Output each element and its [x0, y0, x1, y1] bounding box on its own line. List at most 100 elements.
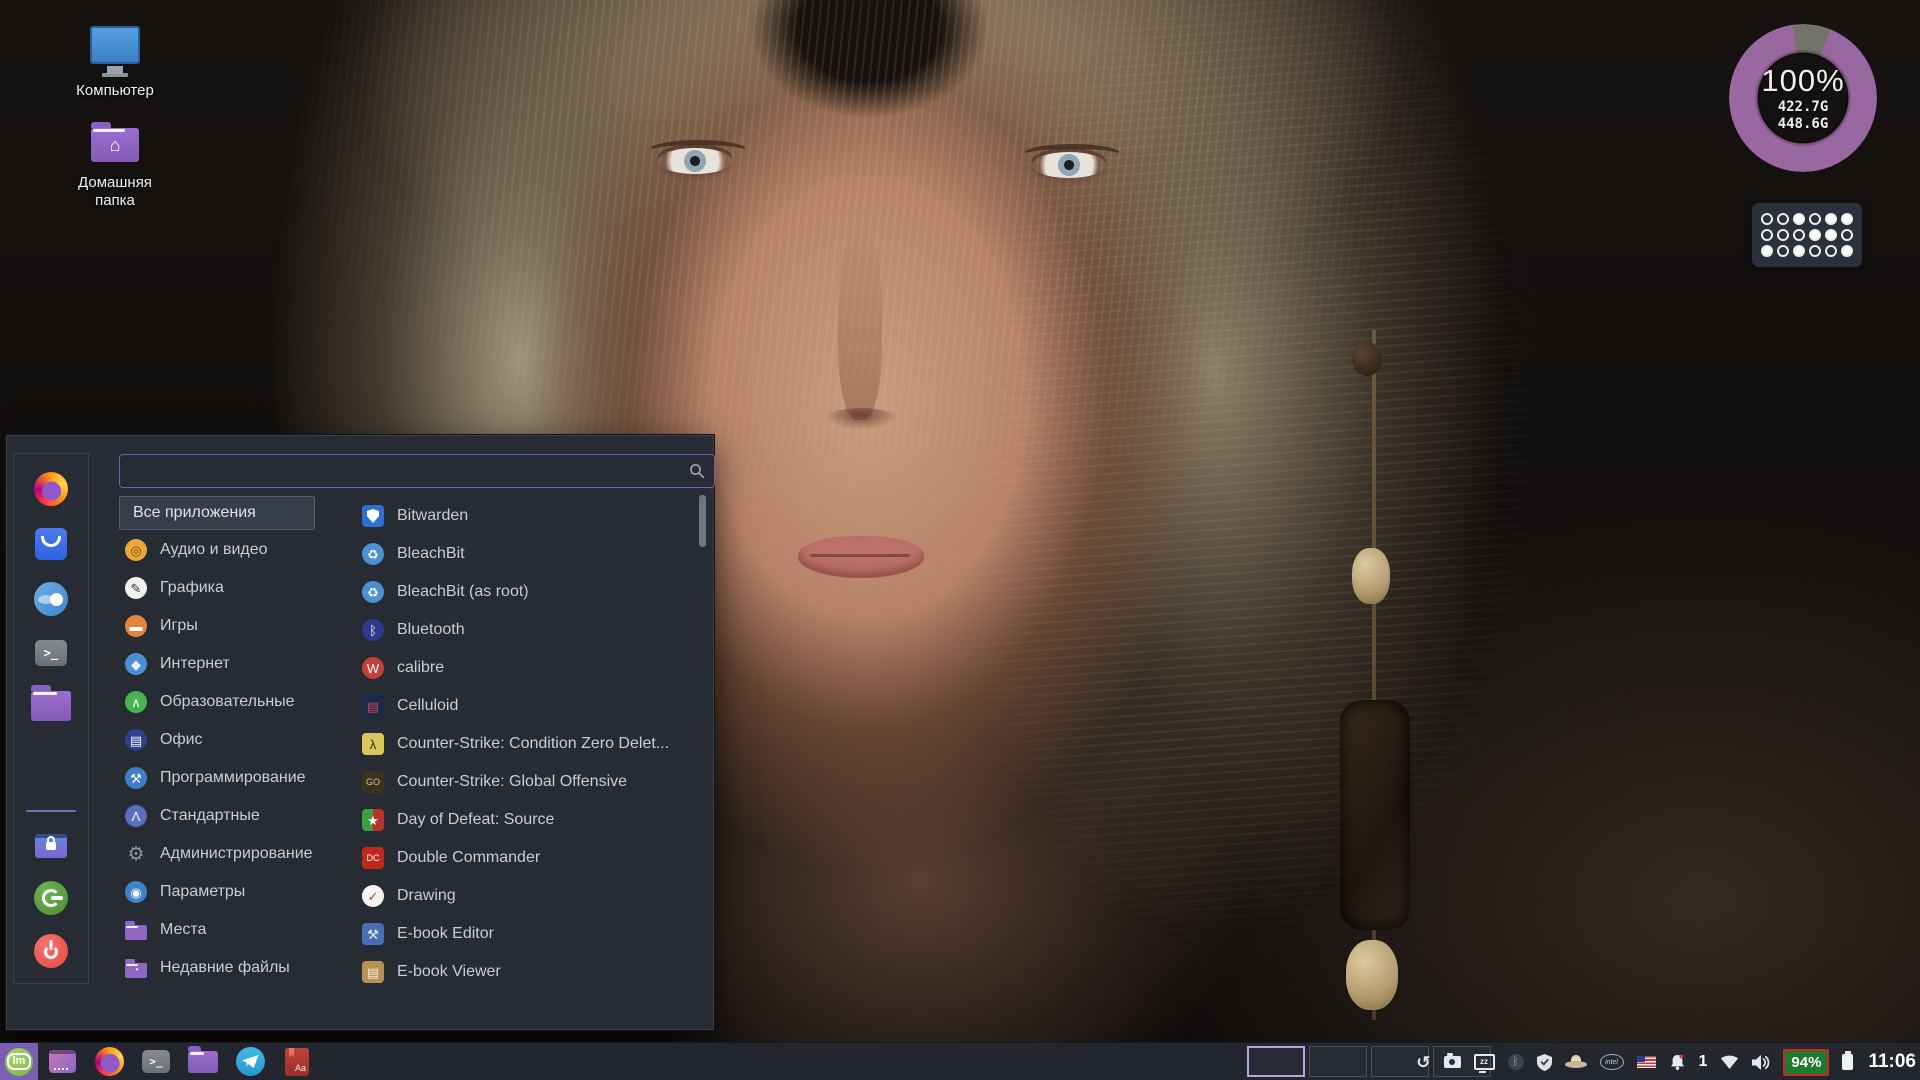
app-label: Counter-Strike: Condition Zero Delet...	[397, 735, 670, 752]
app-label: Double Commander	[397, 849, 541, 866]
day-of-defeat-icon: ★	[362, 809, 384, 831]
home-folder-icon: ⌂	[91, 122, 139, 162]
intel-icon[interactable]: intel	[1599, 1054, 1624, 1070]
binary-clock-widget	[1752, 203, 1862, 267]
firefox-launcher[interactable]	[30, 468, 72, 510]
terminal-launcher[interactable]: >_	[30, 632, 72, 674]
double-commander-icon: DC	[362, 847, 384, 869]
firefox-icon	[94, 1047, 124, 1076]
firefox-taskbar-launcher[interactable]	[94, 1047, 124, 1077]
app-item[interactable]: ✓ Drawing	[351, 877, 703, 915]
software-manager-launcher[interactable]	[30, 523, 72, 565]
binary-dot-off	[1761, 213, 1773, 225]
app-label: Day of Defeat: Source	[397, 811, 555, 828]
app-item[interactable]: ᛒ Bluetooth	[351, 611, 703, 649]
files-taskbar-launcher[interactable]	[188, 1045, 218, 1077]
web-apps-launcher[interactable]	[30, 578, 72, 620]
category-label: Офис	[160, 731, 203, 748]
desktop: Компьютер ⌂ Домашняя папка 100% 422.7G 4…	[0, 0, 1920, 1080]
menu-button[interactable]: lm	[0, 1042, 38, 1080]
category-item[interactable]: ▬ Игры	[119, 607, 349, 645]
keyboard-layout-us-flag-icon[interactable]	[1636, 1056, 1656, 1068]
battery-percent-applet[interactable]: 94%	[1783, 1048, 1830, 1076]
category-item[interactable]: ⚒ Программирование	[119, 759, 349, 797]
logout-icon	[34, 881, 68, 915]
menu-favorites-sidebar: >_	[13, 453, 89, 984]
category-item[interactable]: ◉ Параметры	[119, 873, 349, 911]
app-item[interactable]: Wcalibre	[351, 649, 703, 687]
terminal-taskbar-launcher[interactable]: >_	[141, 1047, 171, 1077]
category-list: ◎ Аудио и видео ✎ Графика ▬ Игры ◆ Интернет ∧ Обр…	[119, 531, 349, 987]
presentation-mode-icon[interactable]: zz	[1473, 1054, 1495, 1073]
binary-clock-row	[1761, 229, 1853, 241]
telegram-launcher[interactable]	[235, 1047, 265, 1077]
category-item[interactable]: ✎ Графика	[119, 569, 349, 607]
category-item[interactable]: ◔ Недавние файлы	[119, 949, 349, 987]
category-item[interactable]: ◎ Аудио и видео	[119, 531, 349, 569]
category-item[interactable]: Места	[119, 911, 349, 949]
all-applications-button[interactable]: Все приложения	[119, 496, 315, 530]
nostrils-shading	[824, 408, 898, 430]
bead-bone-1	[1352, 548, 1390, 604]
category-item[interactable]: ▤ Офис	[119, 721, 349, 759]
telegram-icon	[235, 1047, 265, 1076]
category-item[interactable]: ⚙ Администрирование	[119, 835, 349, 873]
ebook-editor-icon: ⚒	[362, 923, 384, 945]
desktop-icon-label: Компьютер	[76, 82, 154, 99]
app-item[interactable]: ♻ BleachBit	[351, 535, 703, 573]
app-item[interactable]: ♻ BleachBit (as root)	[351, 573, 703, 611]
desktop-icon-home[interactable]: ⌂ Домашняя папка	[57, 122, 173, 210]
category-label: Аудио и видео	[160, 541, 268, 558]
ebook-reader-launcher[interactable]: Aa	[282, 1047, 312, 1077]
desktop-icon-computer[interactable]: Компьютер	[57, 26, 173, 100]
lips	[798, 536, 924, 578]
category-item[interactable]: ∧ Образовательные	[119, 683, 349, 721]
wifi-icon[interactable]	[1720, 1055, 1739, 1070]
clock[interactable]: 11:06	[1868, 1051, 1916, 1073]
files-launcher[interactable]	[30, 685, 72, 727]
app-item[interactable]: DC Double Commander	[351, 839, 703, 877]
workspace-1[interactable]	[1247, 1046, 1305, 1077]
ebook-reader-icon: Aa	[285, 1047, 309, 1076]
disk-usage-gauge-widget[interactable]: 100% 422.7G 448.6G	[1729, 24, 1877, 172]
category-label: Места	[160, 921, 207, 938]
category-item[interactable]: ◆ Интернет	[119, 645, 349, 683]
ufo-icon[interactable]	[1564, 1055, 1587, 1069]
bluetooth-icon[interactable]: ᛒ	[1507, 1054, 1524, 1070]
apps-scrollbar[interactable]	[699, 495, 706, 547]
drawing-icon: ✓	[362, 885, 384, 907]
lock-screen-button[interactable]	[30, 825, 72, 867]
sidebar-separator	[26, 810, 76, 812]
bleachbit-root-icon: ♻	[362, 581, 384, 603]
computer-icon	[90, 26, 140, 64]
bead-small	[1352, 342, 1382, 376]
app-item[interactable]: ▤ E-book Viewer	[351, 953, 703, 991]
shutdown-button[interactable]	[30, 930, 72, 972]
administration-icon: ⚙	[127, 843, 145, 865]
app-item[interactable]: ▤ Celluloid	[351, 687, 703, 725]
app-item[interactable]: ⚒ E-book Editor	[351, 915, 703, 953]
notifications-bell-icon[interactable]	[1669, 1054, 1686, 1071]
battery-icon[interactable]	[1842, 1051, 1854, 1070]
volume-icon[interactable]	[1752, 1054, 1770, 1070]
recent-files-icon: ◔	[125, 958, 147, 978]
firewall-shield-icon[interactable]	[1536, 1053, 1552, 1071]
search-box	[119, 454, 715, 488]
programming-icon: ⚒	[125, 767, 147, 789]
app-item[interactable]: ★ Day of Defeat: Source	[351, 801, 703, 839]
show-desktop-launcher[interactable]	[47, 1047, 77, 1077]
education-icon: ∧	[125, 691, 147, 713]
binary-dot-on	[1809, 229, 1821, 241]
category-item[interactable]: Λ Стандартные	[119, 797, 349, 835]
workspace-2[interactable]	[1309, 1046, 1367, 1077]
screenshot-icon[interactable]	[1443, 1053, 1461, 1068]
app-item[interactable]: λ Counter-Strike: Condition Zero Delet...	[351, 725, 703, 763]
logout-button[interactable]	[30, 877, 72, 919]
celluloid-icon: ▤	[362, 695, 384, 717]
accessories-icon: Λ	[125, 805, 147, 827]
update-manager-icon[interactable]: ↺	[1416, 1054, 1430, 1071]
search-input[interactable]	[120, 462, 689, 480]
app-item[interactable]: Bitwarden	[351, 497, 703, 535]
preferences-icon: ◉	[125, 881, 147, 903]
app-item[interactable]: GO Counter-Strike: Global Offensive	[351, 763, 703, 801]
